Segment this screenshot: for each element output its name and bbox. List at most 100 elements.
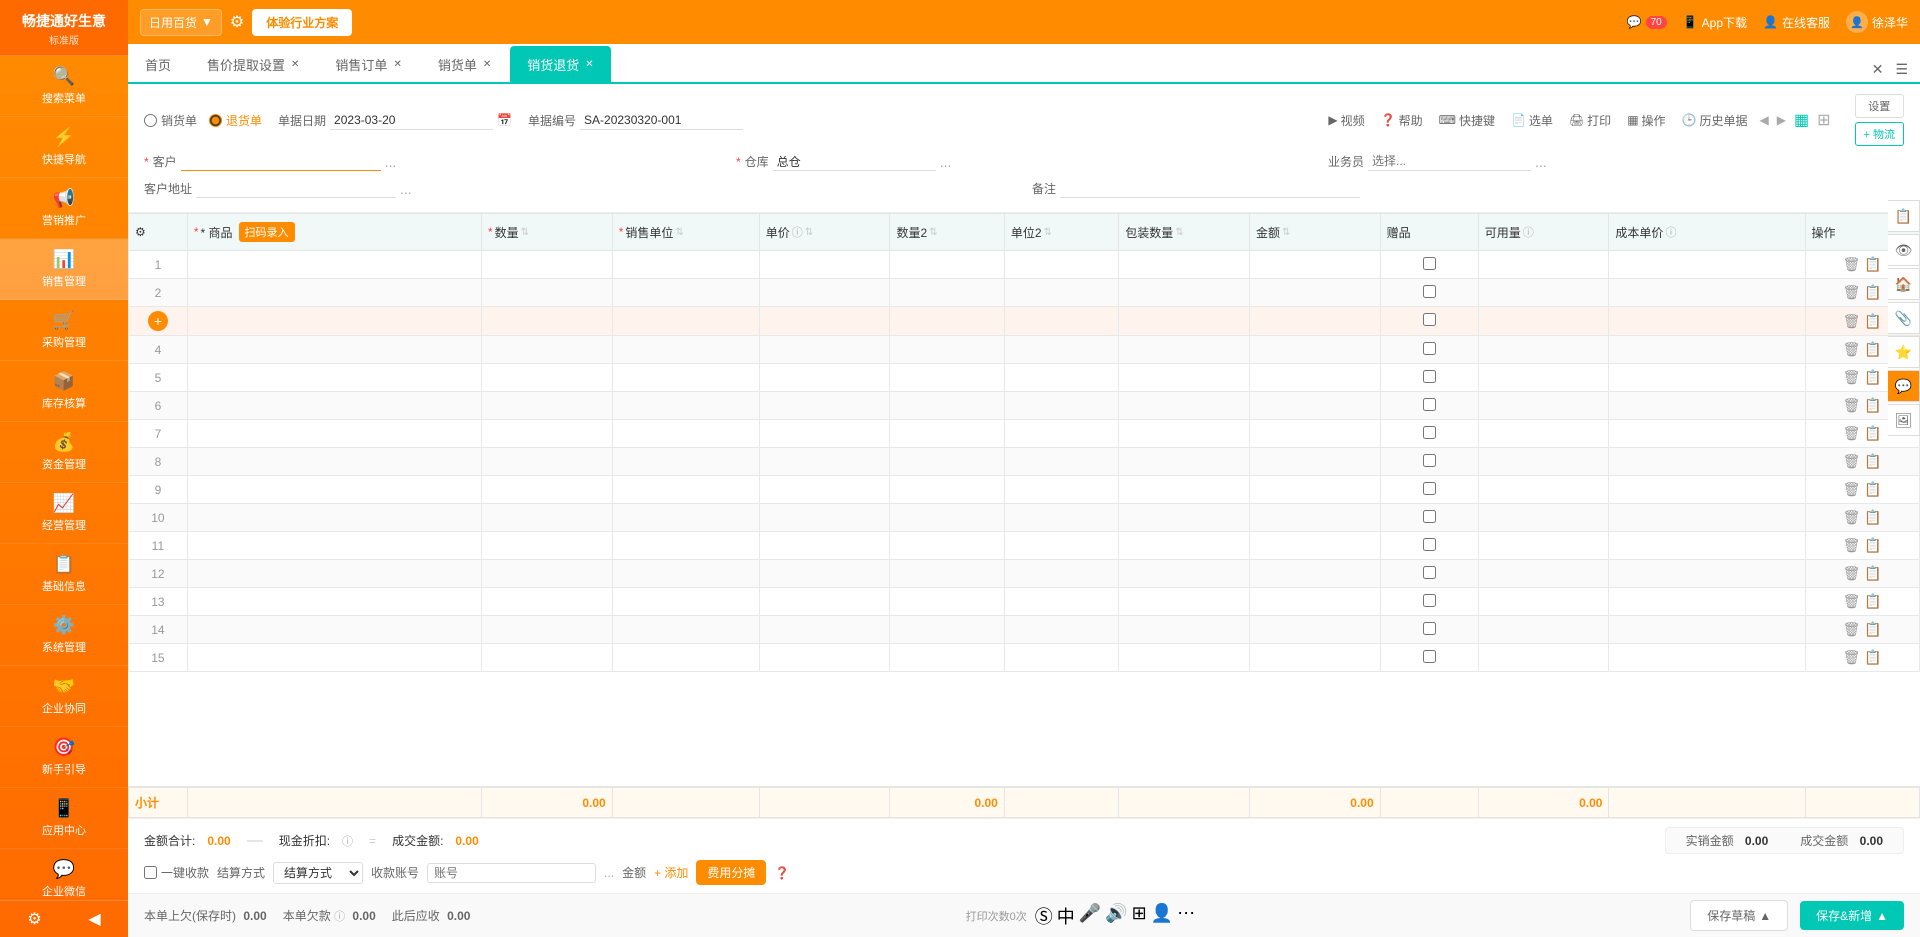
qty2-sort-icon[interactable]: ⇅ — [929, 227, 937, 238]
copy-row-icon[interactable]: 📋 — [1864, 565, 1881, 582]
gift-cell[interactable] — [1380, 644, 1478, 672]
tab-menu-icon[interactable]: ☰ — [1891, 57, 1912, 82]
unit2-cell[interactable] — [1004, 448, 1118, 476]
person-icon[interactable]: 👤 — [1151, 903, 1173, 929]
unit-cell[interactable] — [612, 448, 759, 476]
tab-home[interactable]: 首页 — [128, 46, 188, 82]
qty2-cell[interactable] — [890, 420, 1004, 448]
onepay-label[interactable]: 一键收款 — [144, 864, 209, 881]
price-cell[interactable] — [759, 616, 890, 644]
fee-info-icon[interactable]: ❓ — [774, 866, 789, 880]
app-download-item[interactable]: 📱 App下载 — [1683, 14, 1747, 31]
gift-checkbox-new[interactable] — [1423, 313, 1436, 326]
pkgqty-cell[interactable] — [1119, 364, 1250, 392]
product-cell[interactable] — [187, 616, 481, 644]
right-panel-icon-4[interactable]: 📎 — [1888, 302, 1920, 334]
pkgqty-cell[interactable] — [1119, 251, 1250, 279]
qty2-cell[interactable] — [890, 560, 1004, 588]
qty2-cell[interactable] — [890, 251, 1004, 279]
delete-row-icon[interactable]: 🗑 — [1843, 537, 1861, 554]
qty-cell[interactable] — [481, 336, 612, 364]
th-settings[interactable]: ⚙ — [129, 214, 188, 251]
pkgqty-cell[interactable] — [1119, 532, 1250, 560]
customer-input[interactable] — [181, 152, 381, 171]
select-btn[interactable]: 📄 选单 — [1507, 110, 1557, 131]
mic-icon[interactable]: 🎤 — [1079, 903, 1101, 929]
amount-cell[interactable] — [1249, 279, 1380, 307]
qty2-cell[interactable] — [890, 364, 1004, 392]
speaker-icon[interactable]: 🔊 — [1105, 903, 1127, 929]
amount-cell[interactable] — [1249, 504, 1380, 532]
right-panel-icon-3[interactable]: 🏠 — [1888, 268, 1920, 300]
radio-return[interactable]: 退货单 — [209, 112, 262, 129]
right-panel-icon-6[interactable]: 💬 — [1888, 370, 1920, 402]
radio-sales[interactable]: 销货单 — [144, 112, 197, 129]
fee-split-btn[interactable]: 费用分摊 — [696, 860, 766, 885]
sidebar-item-inventory[interactable]: 📦 库存核算 — [0, 361, 128, 422]
qty2-cell[interactable] — [890, 279, 1004, 307]
product-cell[interactable] — [187, 336, 481, 364]
unit-cell[interactable] — [612, 251, 759, 279]
sidebar-item-collab[interactable]: 🤝 企业协同 — [0, 666, 128, 727]
delete-row-icon[interactable]: 🗑 — [1843, 284, 1861, 301]
delete-row-icon[interactable]: 🗑 — [1843, 453, 1861, 470]
table-icon[interactable]: ⊞ — [1132, 903, 1147, 929]
tab-sales-return[interactable]: 销货退货 ✕ — [510, 46, 610, 82]
unit-cell[interactable] — [612, 644, 759, 672]
docno-input[interactable] — [580, 111, 743, 130]
sidebar-item-purchase[interactable]: 🛒 采购管理 — [0, 300, 128, 361]
gift-cell[interactable] — [1380, 616, 1478, 644]
pkgqty-cell[interactable] — [1119, 504, 1250, 532]
delete-row-icon[interactable]: 🗑 — [1843, 565, 1861, 582]
right-panel-icon-1[interactable]: 📋 — [1888, 200, 1920, 232]
price-cell[interactable] — [759, 448, 890, 476]
save-new-button[interactable]: 保存&新增 ▲ — [1800, 901, 1904, 930]
unit2-cell[interactable] — [1004, 644, 1118, 672]
qty-cell[interactable] — [481, 476, 612, 504]
unit-cell[interactable] — [612, 476, 759, 504]
sidebar-item-finance[interactable]: 💰 资金管理 — [0, 422, 128, 483]
sidebar-item-apps[interactable]: 📱 应用中心 — [0, 788, 128, 849]
customer-select-btn[interactable]: ... — [385, 154, 397, 170]
gift-cell[interactable] — [1380, 279, 1478, 307]
product-cell-new[interactable] — [187, 307, 481, 336]
gift-cell-new[interactable] — [1380, 307, 1478, 336]
scan-btn[interactable]: 扫码录入 — [239, 222, 295, 242]
amount-sort-icon[interactable]: ⇅ — [1282, 227, 1290, 238]
amount-cell[interactable] — [1249, 364, 1380, 392]
doc-debt-info-icon[interactable]: ⓘ — [334, 911, 345, 923]
add-row-button[interactable]: + — [148, 311, 168, 331]
unit-cell-new[interactable] — [612, 307, 759, 336]
zh-icon[interactable]: 中 — [1057, 903, 1075, 929]
gift-cell[interactable] — [1380, 588, 1478, 616]
pkgqty-cell[interactable] — [1119, 616, 1250, 644]
qty2-cell[interactable] — [890, 588, 1004, 616]
list-view-icon[interactable]: ▦ — [1794, 110, 1809, 130]
copy-row-icon[interactable]: 📋 — [1864, 593, 1881, 610]
delete-row-icon[interactable]: 🗑 — [1843, 481, 1861, 498]
radio-return-input[interactable] — [209, 114, 222, 127]
gift-checkbox[interactable] — [1423, 510, 1436, 523]
copy-row-icon[interactable]: 📋 — [1864, 313, 1881, 330]
unit2-cell[interactable] — [1004, 420, 1118, 448]
price-cell[interactable] — [759, 588, 890, 616]
price-cell[interactable] — [759, 420, 890, 448]
price-cell-new[interactable] — [759, 307, 890, 336]
trial-button[interactable]: 体验行业方案 — [252, 9, 352, 36]
online-service-item[interactable]: 👤 在线客服 — [1763, 14, 1830, 31]
product-input-new[interactable] — [194, 314, 475, 328]
unit-cell[interactable] — [612, 364, 759, 392]
product-cell[interactable] — [187, 560, 481, 588]
price-cell[interactable] — [759, 560, 890, 588]
product-cell[interactable] — [187, 364, 481, 392]
unit2-cell[interactable] — [1004, 476, 1118, 504]
pkgqty-cell[interactable] — [1119, 644, 1250, 672]
delete-row-icon[interactable]: 🗑 — [1843, 341, 1861, 358]
unit-cell[interactable] — [612, 504, 759, 532]
qty-cell[interactable] — [481, 560, 612, 588]
qty-cell[interactable] — [481, 392, 612, 420]
delete-row-icon[interactable]: 🗑 — [1843, 256, 1861, 273]
address-input[interactable] — [196, 179, 396, 198]
gift-checkbox[interactable] — [1423, 454, 1436, 467]
qty-cell[interactable] — [481, 532, 612, 560]
